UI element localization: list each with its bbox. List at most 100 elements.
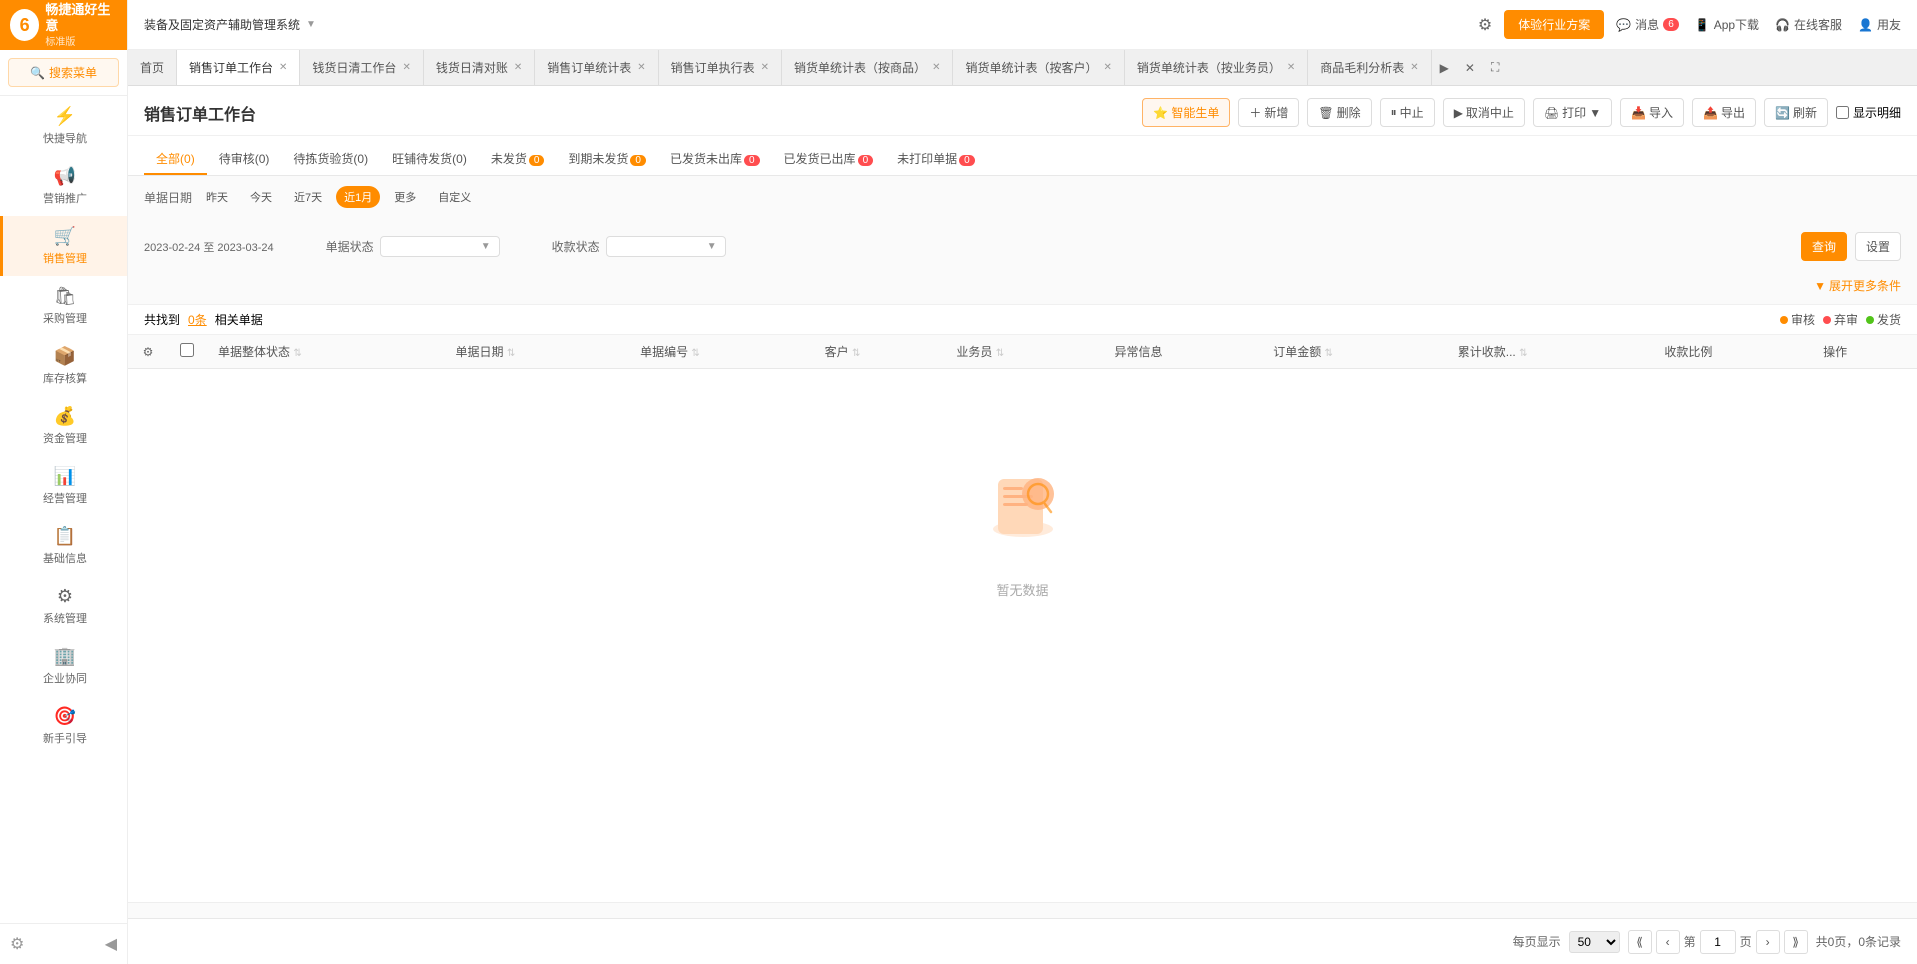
subtab-pending-inspection[interactable]: 待拣货验货(0) — [281, 144, 380, 175]
import-button[interactable]: 📥 导入 — [1620, 98, 1684, 127]
ship-action[interactable]: 发货 — [1866, 311, 1901, 328]
user-menu-button[interactable]: 👤 用友 — [1858, 16, 1901, 33]
tab-close-icon[interactable]: ✕ — [1287, 62, 1295, 73]
tab-close-icon[interactable]: ✕ — [1410, 62, 1418, 73]
customer-sort-icon[interactable]: ⇅ — [852, 348, 860, 359]
subtab-unprinted[interactable]: 未打印单据0 — [885, 144, 987, 175]
stats-count[interactable]: 0条 — [188, 311, 207, 328]
app-download-button[interactable]: 📱 App下载 — [1695, 16, 1759, 33]
show-detail-checkbox[interactable] — [1836, 106, 1849, 119]
reject-action[interactable]: 弃审 — [1823, 311, 1858, 328]
print-button[interactable]: 🖨 打印 ▼ — [1533, 98, 1612, 127]
horizontal-scrollbar[interactable] — [128, 902, 1917, 918]
tabs-maximize-button[interactable]: ⛶ — [1483, 60, 1507, 75]
main-area: 装备及固定资产辅助管理系统 ▼ ⚙ 体验行业方案 💬 消息 6 📱 App下载 … — [128, 0, 1917, 964]
online-service-button[interactable]: 🎧 在线客服 — [1775, 16, 1842, 33]
sidebar-item-enterprise[interactable]: 🏢 企业协同 — [0, 636, 127, 696]
tab-gross-margin[interactable]: 商品毛利分析表 ✕ — [1308, 50, 1431, 86]
purchase-icon: 🛍 — [54, 286, 77, 307]
sidebar-item-operations[interactable]: 📊 经营管理 — [0, 456, 127, 516]
subtab-wangpu-pending[interactable]: 旺铺待发货(0) — [380, 144, 479, 175]
smart-create-button[interactable]: ⭐ 智能生单 — [1142, 98, 1230, 127]
sidebar-item-marketing[interactable]: 📢 营销推广 — [0, 156, 127, 216]
select-all-checkbox[interactable] — [180, 343, 194, 357]
tab-sales-workbench[interactable]: 销售订单工作台 ✕ — [177, 50, 300, 86]
prev-page-button[interactable]: ‹ — [1656, 930, 1680, 954]
sidebar-item-newbie[interactable]: 🎯 新手引导 — [0, 696, 127, 756]
page-number-input[interactable] — [1700, 930, 1736, 954]
date-custom-btn[interactable]: 自定义 — [430, 186, 479, 208]
tab-close-icon[interactable]: ✕ — [279, 62, 287, 73]
export-button[interactable]: 📤 导出 — [1692, 98, 1756, 127]
first-page-button[interactable]: ⟪ — [1628, 930, 1652, 954]
tab-cash-daily[interactable]: 钱货日清工作台 ✕ — [300, 50, 423, 86]
sidebar-item-system[interactable]: ⚙ 系统管理 — [0, 576, 127, 636]
subtab-overdue-not-shipped[interactable]: 到期未发货0 — [556, 144, 658, 175]
tabs-more-button[interactable]: ▶ — [1432, 61, 1457, 75]
stats-suffix: 相关单据 — [215, 311, 263, 328]
tab-sales-summary-product[interactable]: 销货单统计表（按商品） ✕ — [782, 50, 953, 86]
query-button[interactable]: 查询 — [1801, 232, 1847, 261]
tab-sales-exec[interactable]: 销售订单执行表 ✕ — [659, 50, 782, 86]
date-7days-btn[interactable]: 近7天 — [286, 186, 330, 208]
payment-select[interactable]: ▼ — [606, 236, 726, 257]
status-sort-icon[interactable]: ⇅ — [293, 348, 301, 359]
cancel-pause-button[interactable]: ▶ 取消中止 — [1443, 98, 1525, 127]
date-sort-icon[interactable]: ⇅ — [507, 348, 515, 359]
tab-close-icon[interactable]: ✕ — [1103, 62, 1111, 73]
trash-icon: 🗑 — [1318, 106, 1333, 120]
date-today-btn[interactable]: 今天 — [242, 186, 280, 208]
tab-sales-summary-staff[interactable]: 销货单统计表（按业务员） ✕ — [1125, 50, 1308, 86]
subtab-all[interactable]: 全部(0) — [144, 144, 207, 175]
messages-button[interactable]: 💬 消息 6 — [1616, 16, 1679, 33]
date-more-btn[interactable]: 更多 — [386, 186, 424, 208]
date-yesterday-btn[interactable]: 昨天 — [198, 186, 236, 208]
per-page-select[interactable]: 50 20 100 — [1569, 931, 1620, 953]
tab-close-icon[interactable]: ✕ — [932, 62, 940, 73]
show-detail-checkbox-label[interactable]: 显示明细 — [1836, 104, 1901, 121]
tab-close-icon[interactable]: ✕ — [514, 62, 522, 73]
tab-sales-stats[interactable]: 销售订单统计表 ✕ — [535, 50, 658, 86]
search-menu-button[interactable]: 🔍 搜索菜单 — [8, 58, 119, 87]
sidebar-item-sales[interactable]: 🛒 销售管理 — [0, 216, 127, 276]
settings-filter-button[interactable]: 设置 — [1855, 232, 1901, 261]
subtab-not-shipped[interactable]: 未发货0 — [479, 144, 557, 175]
sidebar-item-basic-info[interactable]: 📋 基础信息 — [0, 516, 127, 576]
refresh-button[interactable]: 🔄 刷新 — [1764, 98, 1828, 127]
status-select[interactable]: ▼ — [380, 236, 500, 257]
sidebar-item-purchase[interactable]: 🛍 采购管理 — [0, 276, 127, 336]
number-sort-icon[interactable]: ⇅ — [691, 348, 699, 359]
topbar-settings-icon[interactable]: ⚙ — [1478, 15, 1492, 35]
settings-bottom-button[interactable]: ⚙ — [10, 934, 24, 954]
sidebar-item-quick-nav[interactable]: ⚡ 快捷导航 — [0, 96, 127, 156]
tab-home[interactable]: 首页 — [128, 50, 177, 86]
tab-sales-summary-customer[interactable]: 销货单统计表（按客户） ✕ — [953, 50, 1124, 86]
date-1month-btn[interactable]: 近1月 — [336, 186, 380, 208]
sidebar-item-finance[interactable]: 💰 资金管理 — [0, 396, 127, 456]
received-sort-icon[interactable]: ⇅ — [1519, 348, 1527, 359]
tab-close-icon[interactable]: ✕ — [402, 62, 410, 73]
approve-action[interactable]: 审核 — [1780, 311, 1815, 328]
expand-filter-button[interactable]: ▼ 展开更多条件 — [1814, 277, 1901, 294]
subtabs-bar: 全部(0) 待审核(0) 待拣货验货(0) 旺铺待发货(0) 未发货0 到期未发… — [128, 136, 1917, 176]
sales-icon: 🛒 — [54, 226, 76, 247]
subtab-shipped-warehoused[interactable]: 已发货已出库0 — [772, 144, 886, 175]
amount-sort-icon[interactable]: ⇅ — [1325, 348, 1333, 359]
pause-button[interactable]: ⏸ 中止 — [1380, 98, 1435, 127]
tabs-close-all-button[interactable]: ✕ — [1457, 61, 1483, 75]
tab-close-icon[interactable]: ✕ — [761, 62, 769, 73]
tab-cash-reconcile[interactable]: 钱货日清对账 ✕ — [424, 50, 535, 86]
delete-button[interactable]: 🗑 删除 — [1307, 98, 1371, 127]
column-settings-icon[interactable]: ⚙ — [128, 335, 168, 369]
staff-sort-icon[interactable]: ⇅ — [996, 348, 1004, 359]
next-page-button[interactable]: › — [1756, 930, 1780, 954]
collapse-sidebar-button[interactable]: ◀ — [105, 934, 117, 954]
industry-solution-button[interactable]: 体验行业方案 — [1504, 10, 1604, 39]
sidebar-item-inventory[interactable]: 📦 库存核算 — [0, 336, 127, 396]
subtab-shipped-not-warehoused[interactable]: 已发货未出库0 — [658, 144, 772, 175]
last-page-button[interactable]: ⟫ — [1784, 930, 1808, 954]
add-button[interactable]: ＋ 新增 — [1238, 98, 1299, 127]
tab-close-icon[interactable]: ✕ — [637, 62, 645, 73]
sidebar-item-label: 库存核算 — [43, 370, 87, 386]
subtab-pending-review[interactable]: 待审核(0) — [207, 144, 282, 175]
